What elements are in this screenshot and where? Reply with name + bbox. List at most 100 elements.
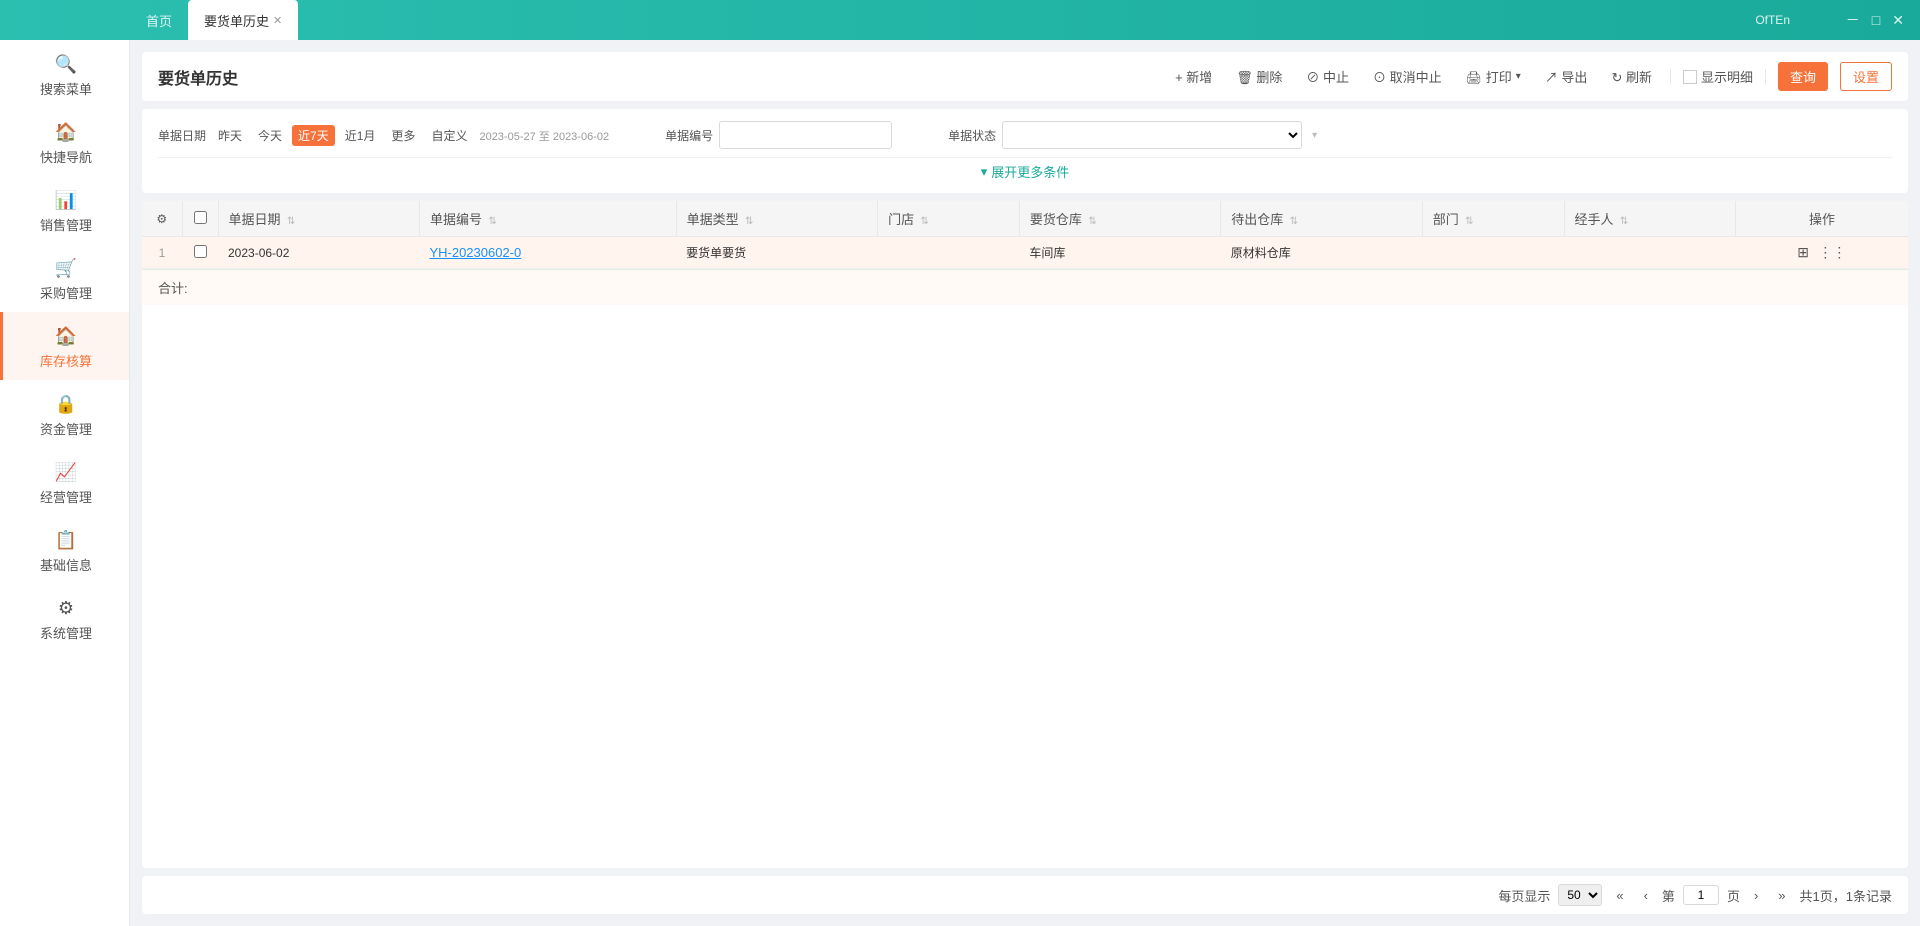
maximize-icon[interactable]: □: [1872, 12, 1880, 28]
refresh-button[interactable]: ↻ 刷新: [1605, 63, 1658, 90]
filter-bar: 单据日期 昨天 今天 近7天 近1月 更多 自定义 2023-05-27 至 2…: [142, 109, 1908, 193]
filter-status-group: 单据状态 ▾: [948, 121, 1892, 149]
cell-handler: [1564, 237, 1736, 269]
date-option-today[interactable]: 今天: [252, 125, 288, 146]
sidebar-inventory-label: 库存核算: [40, 351, 92, 370]
operations-icon: 📈: [55, 462, 77, 483]
cell-checkbox[interactable]: [182, 237, 218, 269]
quick-nav-icon: 🏠: [55, 122, 77, 143]
col-dest-warehouse-label: 待出仓库: [1231, 212, 1283, 227]
query-button[interactable]: 查询: [1778, 62, 1828, 91]
tab-requisition-history[interactable]: 要货单历史 ✕: [188, 0, 298, 40]
col-date[interactable]: 单据日期 ⇅: [218, 201, 419, 237]
col-bill-type[interactable]: 单据类型 ⇅: [676, 201, 877, 237]
page-prefix: 第: [1662, 886, 1675, 905]
stop-button[interactable]: ⊘ 中止: [1300, 63, 1355, 90]
date-option-yesterday[interactable]: 昨天: [212, 125, 248, 146]
date-option-more[interactable]: 更多: [385, 125, 421, 146]
sidebar-item-sales[interactable]: 📊 销售管理: [0, 176, 129, 244]
col-actions: 操作: [1736, 201, 1908, 237]
sidebar-item-search-menu[interactable]: 🔍 搜索菜单: [0, 40, 129, 108]
col-actions-label: 操作: [1809, 212, 1835, 227]
tab-home-label: 首页: [146, 11, 172, 30]
col-req-warehouse-sort-icon: ⇅: [1088, 216, 1096, 227]
per-page-select[interactable]: 50: [1558, 884, 1602, 906]
col-checkbox: [182, 201, 218, 237]
col-date-label: 单据日期: [229, 212, 281, 227]
sidebar-item-basic-info[interactable]: 📋 基础信息: [0, 516, 129, 584]
tab-home[interactable]: 首页: [130, 0, 188, 40]
col-department-sort-icon: ⇅: [1465, 216, 1473, 227]
first-page-btn[interactable]: «: [1610, 886, 1629, 905]
row-checkbox[interactable]: [194, 245, 207, 258]
delete-label: 🗑 删除: [1236, 67, 1282, 86]
col-bill-type-label: 单据类型: [687, 212, 739, 227]
display-detail-checkbox[interactable]: [1683, 70, 1697, 84]
sidebar: 🔍 搜索菜单 🏠 快捷导航 📊 销售管理 🛒 采购管理 🏠 库存核算 🔒 资金管…: [0, 40, 130, 926]
col-store[interactable]: 门店 ⇅: [878, 201, 1020, 237]
row-more-icon[interactable]: ⋮⋮: [1818, 244, 1846, 260]
expand-label: 展开更多条件: [991, 162, 1069, 181]
new-label: + 新增: [1175, 67, 1212, 86]
per-page-label: 每页显示: [1498, 886, 1550, 905]
inventory-icon: 🏠: [55, 326, 77, 347]
filter-bill-no-label: 单据编号: [665, 127, 713, 144]
last-page-btn[interactable]: »: [1772, 886, 1791, 905]
expand-more-btn[interactable]: ▾ 展开更多条件: [981, 162, 1070, 181]
date-option-1month[interactable]: 近1月: [339, 125, 382, 146]
col-req-warehouse[interactable]: 要货仓库 ⇅: [1019, 201, 1220, 237]
cell-bill-type: 要货单要货: [676, 237, 877, 269]
filter-status-dropdown-icon: ▾: [1312, 130, 1317, 141]
sales-icon: 📊: [55, 190, 77, 211]
tab-close-icon[interactable]: ✕: [273, 14, 282, 27]
new-button[interactable]: + 新增: [1169, 63, 1218, 90]
display-detail-toggle[interactable]: 显示明细: [1683, 67, 1753, 86]
col-department[interactable]: 部门 ⇅: [1422, 201, 1564, 237]
total-info: 共1页，1条记录: [1800, 886, 1892, 905]
bill-no-link[interactable]: YH-20230602-0: [429, 245, 521, 260]
delete-button[interactable]: 🗑 删除: [1230, 63, 1288, 90]
system-icon: ⚙: [58, 598, 74, 619]
next-page-btn[interactable]: ›: [1748, 886, 1764, 905]
top-bar: 首页 要货单历史 ✕ OfTEn － □ ✕: [0, 0, 1920, 40]
sidebar-item-quick-nav[interactable]: 🏠 快捷导航: [0, 108, 129, 176]
cell-bill-no[interactable]: YH-20230602-0: [419, 237, 676, 269]
sidebar-item-operations[interactable]: 📈 经营管理: [0, 448, 129, 516]
row-view-icon[interactable]: ⊞: [1797, 244, 1809, 260]
often-label: OfTEn: [1755, 13, 1790, 27]
prev-page-btn[interactable]: ‹: [1638, 886, 1654, 905]
sidebar-item-inventory[interactable]: 🏠 库存核算: [0, 312, 129, 380]
sidebar-item-purchase[interactable]: 🛒 采购管理: [0, 244, 129, 312]
col-handler[interactable]: 经手人 ⇅: [1564, 201, 1736, 237]
filter-date-label: 单据日期: [158, 127, 206, 144]
cell-actions: ⊞ ⋮⋮: [1736, 237, 1908, 269]
minimize-icon[interactable]: －: [1846, 10, 1860, 30]
top-bar-right: － □ ✕: [1846, 10, 1904, 30]
sidebar-quick-nav-label: 快捷导航: [40, 147, 92, 166]
col-bill-type-sort-icon: ⇅: [745, 216, 753, 227]
print-button[interactable]: 🖨 打印 ▾: [1460, 63, 1527, 90]
page-input[interactable]: [1683, 885, 1719, 905]
filter-status-select[interactable]: [1002, 121, 1302, 149]
settings-button[interactable]: 设置: [1840, 62, 1892, 91]
col-dest-warehouse[interactable]: 待出仓库 ⇅: [1221, 201, 1422, 237]
stop-label: ⊘ 中止: [1306, 67, 1349, 86]
cancel-stop-button[interactable]: ⊙ 取消中止: [1367, 63, 1448, 90]
window-close-icon[interactable]: ✕: [1892, 12, 1904, 29]
date-option-custom[interactable]: 自定义: [425, 125, 473, 146]
col-bill-no-sort-icon: ⇅: [488, 216, 496, 227]
print-dropdown-icon[interactable]: ▾: [1516, 71, 1521, 82]
sidebar-item-finance[interactable]: 🔒 资金管理: [0, 380, 129, 448]
table-container: ⚙ 单据日期 ⇅ 单据编号 ⇅ 单据类型: [142, 201, 1908, 868]
col-bill-no[interactable]: 单据编号 ⇅: [419, 201, 676, 237]
export-button[interactable]: ↗ 导出: [1539, 63, 1594, 90]
select-all-checkbox[interactable]: [194, 211, 207, 224]
sidebar-system-label: 系统管理: [40, 623, 92, 642]
col-settings[interactable]: ⚙: [142, 201, 182, 237]
col-handler-label: 经手人: [1575, 212, 1614, 227]
sidebar-purchase-label: 采购管理: [40, 283, 92, 302]
date-option-7days[interactable]: 近7天: [292, 125, 335, 146]
sidebar-item-system[interactable]: ⚙ 系统管理: [0, 584, 129, 652]
filter-bill-no-input[interactable]: [719, 121, 892, 149]
filter-date-options: 昨天 今天 近7天 近1月 更多 自定义: [212, 125, 473, 146]
